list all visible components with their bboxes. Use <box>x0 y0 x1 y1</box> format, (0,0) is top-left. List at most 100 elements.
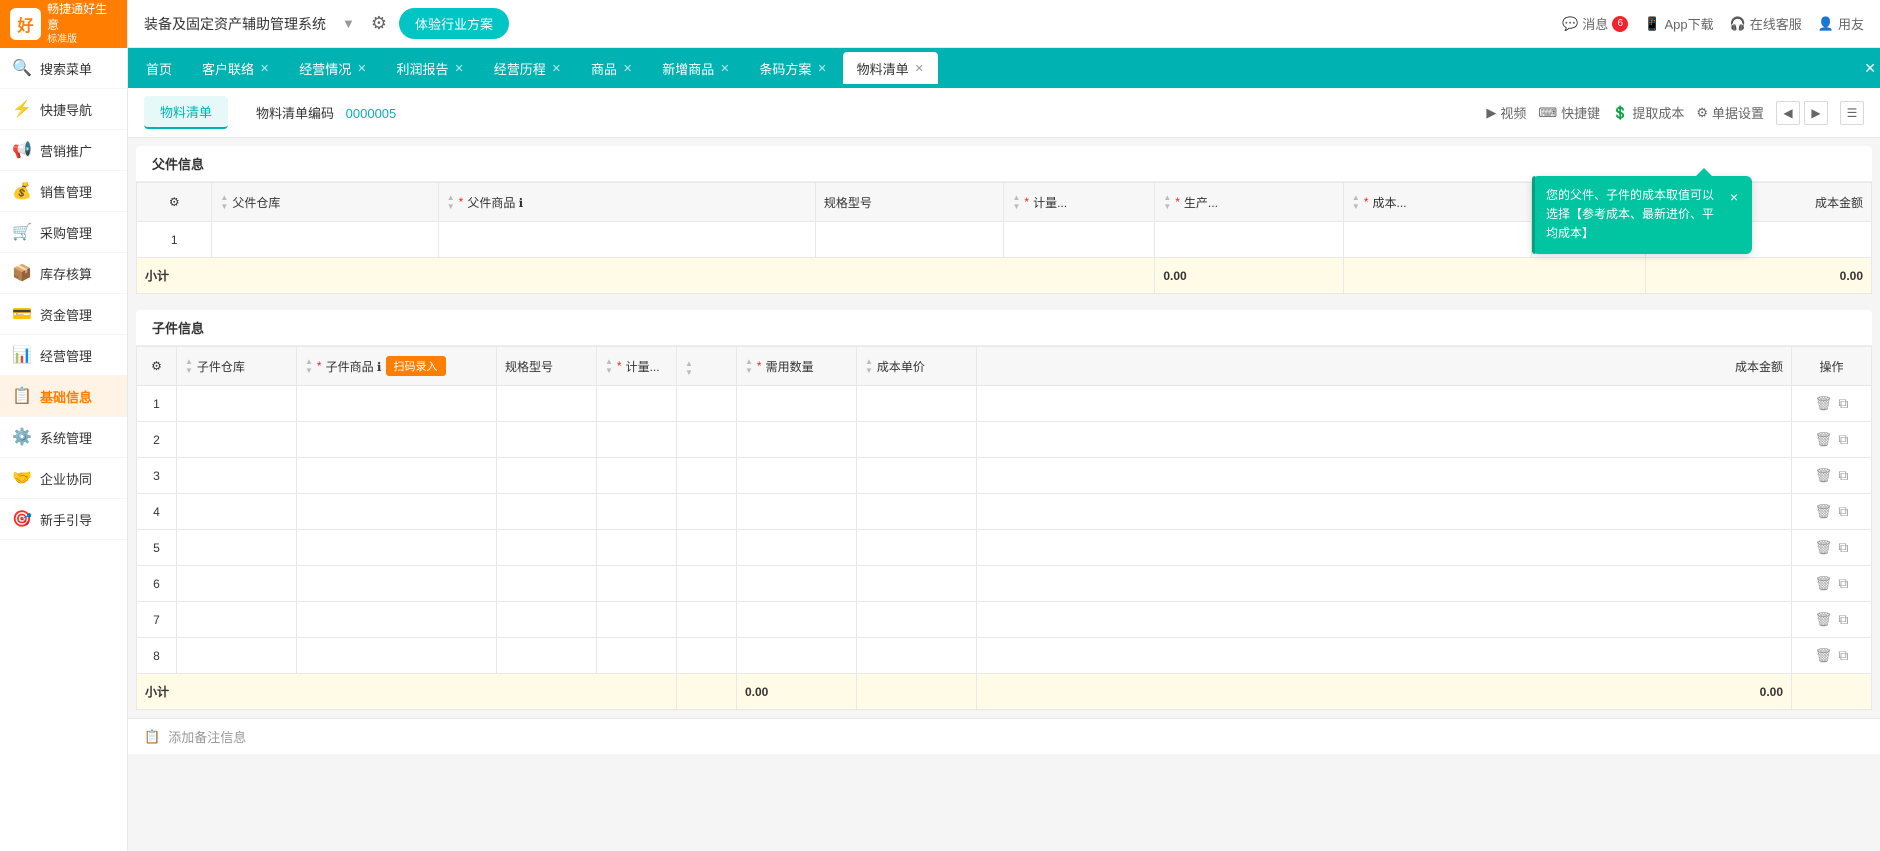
parent-product-cell[interactable] <box>438 222 815 258</box>
tab-close-goods[interactable]: ✕ <box>623 62 632 75</box>
tab-customer[interactable]: 客户联络✕ <box>188 52 283 84</box>
trial-button[interactable]: 体验行业方案 <box>399 8 509 39</box>
tab-close-bom[interactable]: ✕ <box>915 62 924 75</box>
copy-icon-6[interactable]: ⧉ <box>1838 575 1848 592</box>
sidebar-item-search[interactable]: 🔍搜索菜单 <box>0 48 127 89</box>
child-unitcost-7[interactable] <box>857 602 977 638</box>
child-product-8[interactable] <box>297 638 497 674</box>
child-unitcost-1[interactable] <box>857 386 977 422</box>
app-download-btn[interactable]: 📱 App下载 <box>1644 14 1713 33</box>
sidebar-item-collab[interactable]: 🤝企业协同 <box>0 458 127 499</box>
sidebar-item-finance[interactable]: 💳资金管理 <box>0 294 127 335</box>
child-warehouse-5[interactable] <box>177 530 297 566</box>
child-unitcost-5[interactable] <box>857 530 977 566</box>
close-all-tabs-btn[interactable]: ✕ <box>1864 60 1876 77</box>
child-unitcost-3[interactable] <box>857 458 977 494</box>
child-qty-6[interactable] <box>737 566 857 602</box>
delete-icon-1[interactable]: 🗑 <box>1815 395 1833 412</box>
child-unit-3[interactable] <box>597 458 677 494</box>
layout-btn[interactable]: ☰ <box>1840 101 1864 125</box>
delete-icon-4[interactable]: 🗑 <box>1815 503 1833 520</box>
prev-btn[interactable]: ◀ <box>1776 101 1800 125</box>
child-unit-5[interactable] <box>597 530 677 566</box>
child-unit-8[interactable] <box>597 638 677 674</box>
child-qty-3[interactable] <box>737 458 857 494</box>
copy-icon-2[interactable]: ⧉ <box>1838 431 1848 448</box>
tab-close-history[interactable]: ✕ <box>552 62 561 75</box>
child-product-6[interactable] <box>297 566 497 602</box>
sidebar-item-sales[interactable]: 💰销售管理 <box>0 171 127 212</box>
parent-warehouse-cell[interactable] <box>212 222 438 258</box>
child-product-4[interactable] <box>297 494 497 530</box>
copy-icon-1[interactable]: ⧉ <box>1838 395 1848 412</box>
sidebar-item-purchase[interactable]: 🛒采购管理 <box>0 212 127 253</box>
tooltip-close-btn[interactable]: × <box>1730 186 1738 208</box>
sidebar-item-guide[interactable]: 🎯新手引导 <box>0 499 127 540</box>
child-qty-1[interactable] <box>737 386 857 422</box>
delete-icon-7[interactable]: 🗑 <box>1815 611 1833 628</box>
child-unit-4[interactable] <box>597 494 677 530</box>
child-warehouse-1[interactable] <box>177 386 297 422</box>
child-qty-2[interactable] <box>737 422 857 458</box>
tab-profit[interactable]: 利润报告✕ <box>382 52 477 84</box>
child-unitcost-8[interactable] <box>857 638 977 674</box>
tab-close-profit[interactable]: ✕ <box>455 62 464 75</box>
copy-icon-3[interactable]: ⧉ <box>1838 467 1848 484</box>
video-btn[interactable]: ▶ 视频 <box>1486 103 1526 122</box>
child-product-7[interactable] <box>297 602 497 638</box>
child-unit-7[interactable] <box>597 602 677 638</box>
tab-operation[interactable]: 经营情况✕ <box>285 52 380 84</box>
child-unitcost-6[interactable] <box>857 566 977 602</box>
message-btn[interactable]: 💬 消息 6 <box>1562 14 1628 33</box>
child-product-1[interactable] <box>297 386 497 422</box>
delete-icon-6[interactable]: 🗑 <box>1815 575 1833 592</box>
child-unit-2[interactable] <box>597 422 677 458</box>
copy-icon-5[interactable]: ⧉ <box>1838 539 1848 556</box>
child-warehouse-8[interactable] <box>177 638 297 674</box>
extract-cost-btn[interactable]: 💲 提取成本 <box>1612 103 1684 122</box>
child-unit-6[interactable] <box>597 566 677 602</box>
tab-close-barcode[interactable]: ✕ <box>817 62 826 75</box>
copy-icon-8[interactable]: ⧉ <box>1838 647 1848 664</box>
shortcut-btn[interactable]: ⌨ 快捷键 <box>1538 103 1600 122</box>
tab-bom-code[interactable]: 物料清单编码 0000005 <box>240 97 412 128</box>
copy-icon-4[interactable]: ⧉ <box>1838 503 1848 520</box>
child-product-3[interactable] <box>297 458 497 494</box>
parent-cost-cell[interactable] <box>1343 222 1532 258</box>
child-warehouse-4[interactable] <box>177 494 297 530</box>
child-warehouse-3[interactable] <box>177 458 297 494</box>
tab-close-customer[interactable]: ✕ <box>260 62 269 75</box>
tab-close-new_goods[interactable]: ✕ <box>720 62 729 75</box>
sidebar-item-inventory[interactable]: 📦库存核算 <box>0 253 127 294</box>
child-product-2[interactable] <box>297 422 497 458</box>
child-warehouse-2[interactable] <box>177 422 297 458</box>
tab-home[interactable]: 首页 <box>132 52 186 84</box>
user-menu[interactable]: 👤 用友 <box>1818 14 1864 33</box>
parent-unit-cell[interactable] <box>1004 222 1155 258</box>
child-qty-5[interactable] <box>737 530 857 566</box>
tab-history[interactable]: 经营历程✕ <box>480 52 575 84</box>
child-unit-1[interactable] <box>597 386 677 422</box>
child-qty-8[interactable] <box>737 638 857 674</box>
delete-icon-3[interactable]: 🗑 <box>1815 467 1833 484</box>
delete-icon-2[interactable]: 🗑 <box>1815 431 1833 448</box>
settings-icon[interactable]: ⚙ <box>371 13 387 34</box>
parent-th-settings[interactable]: ⚙ <box>137 183 212 222</box>
child-qty-7[interactable] <box>737 602 857 638</box>
child-unitcost-4[interactable] <box>857 494 977 530</box>
child-unitcost-2[interactable] <box>857 422 977 458</box>
sidebar-item-quick[interactable]: ⚡快捷导航 <box>0 89 127 130</box>
tab-bom-list[interactable]: 物料清单 <box>144 96 228 129</box>
sidebar-item-basic[interactable]: 📋基础信息 <box>0 376 127 417</box>
copy-icon-7[interactable]: ⧉ <box>1838 611 1848 628</box>
sidebar-item-system[interactable]: ⚙️系统管理 <box>0 417 127 458</box>
child-th-settings[interactable]: ⚙ <box>137 347 177 386</box>
next-btn[interactable]: ▶ <box>1804 101 1828 125</box>
sidebar-item-marketing[interactable]: 📢营销推广 <box>0 130 127 171</box>
online-service-btn[interactable]: 🎧 在线客服 <box>1730 14 1802 33</box>
tab-bom[interactable]: 物料清单✕ <box>843 52 938 84</box>
delete-icon-5[interactable]: 🗑 <box>1815 539 1833 556</box>
child-product-5[interactable] <box>297 530 497 566</box>
doc-settings-btn[interactable]: ⚙ 单据设置 <box>1696 103 1764 122</box>
tab-goods[interactable]: 商品✕ <box>577 52 646 84</box>
